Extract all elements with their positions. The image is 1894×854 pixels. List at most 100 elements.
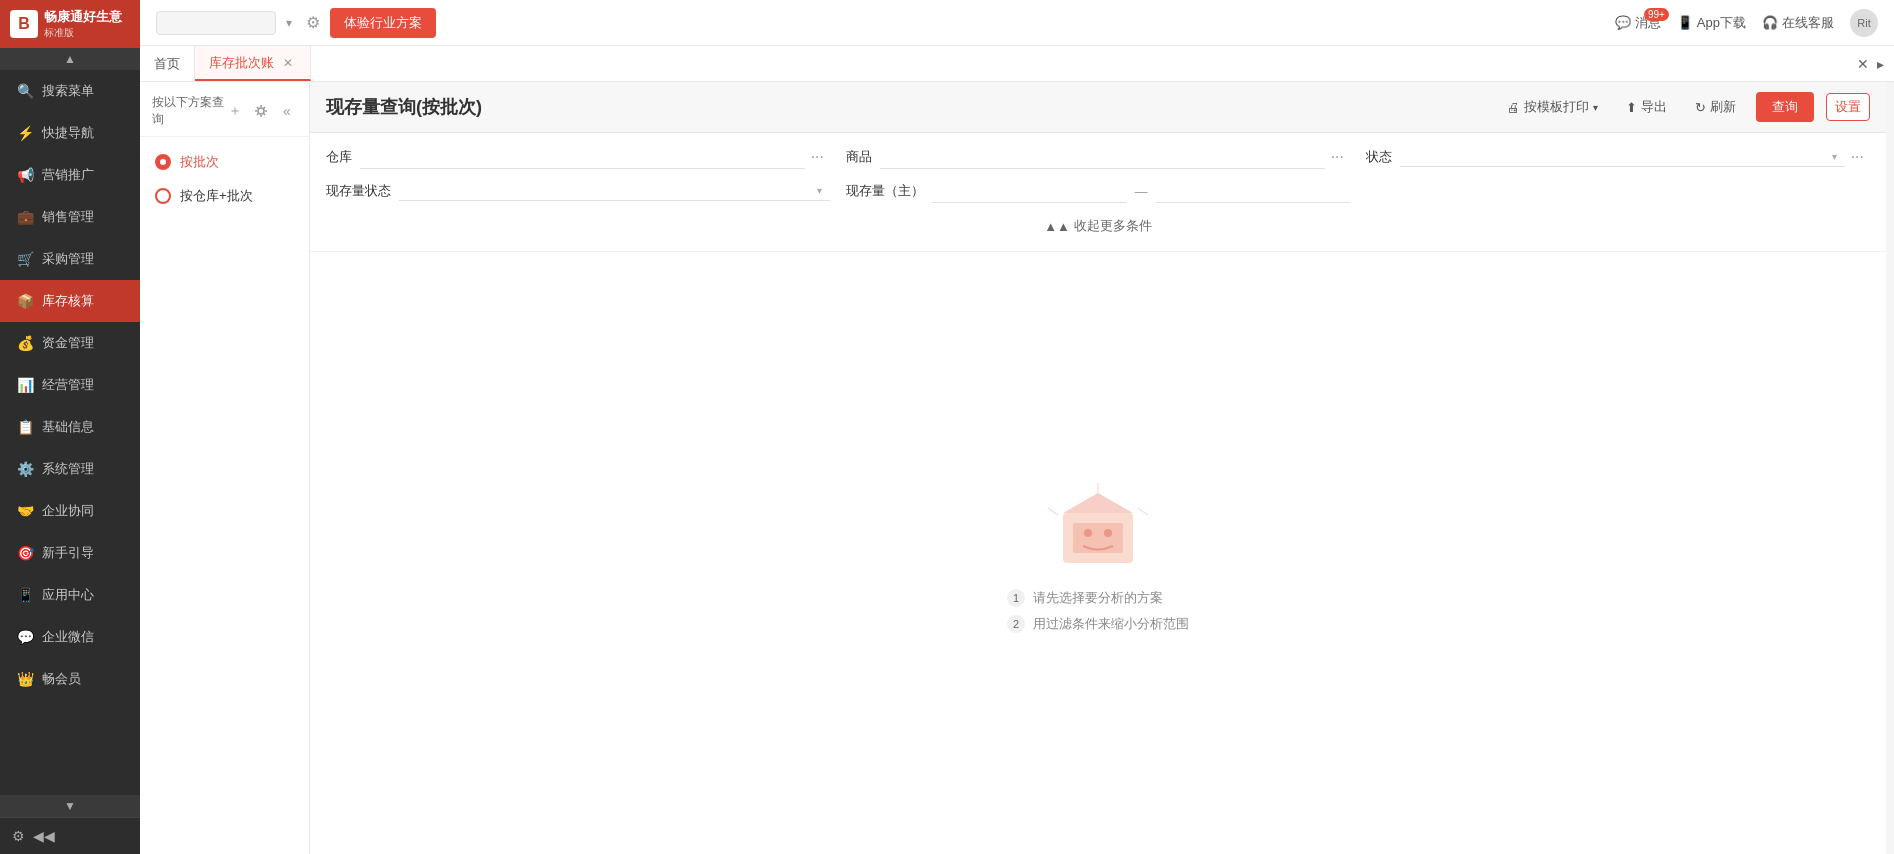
more-tabs-icon[interactable]: ▸ <box>1877 56 1884 72</box>
topbar-gear-icon[interactable]: ⚙ <box>306 13 320 32</box>
scheme-active-icon <box>154 153 172 171</box>
svg-point-4 <box>1084 529 1092 537</box>
chat-icon: 💬 <box>16 628 34 646</box>
status-more-icon[interactable]: ··· <box>1845 148 1870 166</box>
svg-line-6 <box>1048 508 1058 515</box>
sidebar-item-collab[interactable]: 🤝 企业协同 <box>0 490 140 532</box>
online-support-item[interactable]: 🎧 在线客服 <box>1762 14 1834 32</box>
print-dropdown-icon[interactable]: ▾ <box>1593 102 1598 113</box>
stock-status-chevron-icon: ▾ <box>817 185 822 196</box>
sidebar-item-sales[interactable]: 💼 销售管理 <box>0 196 140 238</box>
empty-hints: 1 请先选择要分析的方案 2 用过滤条件来缩小分析范围 <box>1007 589 1189 633</box>
warehouse-input[interactable] <box>360 145 805 169</box>
trial-btn[interactable]: 体验行业方案 <box>330 8 436 38</box>
filter-row-2: 现存量状态 ▾ 现存量（主） — <box>326 179 1870 203</box>
filter-stock-status: 现存量状态 ▾ <box>326 181 830 201</box>
lightning-icon: ⚡ <box>16 124 34 142</box>
scheme-list: 按批次 按仓库+批次 <box>140 137 309 221</box>
headset-icon: 🎧 <box>1762 15 1778 30</box>
refresh-btn[interactable]: ↻ 刷新 <box>1687 94 1744 120</box>
handshake-icon: 🤝 <box>16 502 34 520</box>
close-tab-icon[interactable]: ✕ <box>1857 56 1869 72</box>
sidebar-item-basic-info[interactable]: 📋 基础信息 <box>0 406 140 448</box>
collapse-btn[interactable]: ▲▲ 收起更多条件 <box>1032 213 1164 239</box>
status-dropdown[interactable]: ▾ <box>1400 147 1845 167</box>
settings-btn[interactable]: 设置 <box>1826 93 1870 121</box>
sidebar-item-inventory[interactable]: 📦 库存核算 <box>0 280 140 322</box>
tab-home[interactable]: 首页 <box>140 46 195 81</box>
svg-point-5 <box>1104 529 1112 537</box>
topbar-right: 💬 消息 99+ 📱 App下载 🎧 在线客服 Rit <box>1615 9 1878 37</box>
print-icon: 🖨 <box>1507 100 1520 115</box>
empty-illustration <box>1038 473 1158 573</box>
sidebar-item-finance[interactable]: 💰 资金管理 <box>0 322 140 364</box>
scheme-item-batch[interactable]: 按批次 <box>140 145 309 179</box>
empty-hint-1: 1 请先选择要分析的方案 <box>1007 589 1189 607</box>
left-panel-header: 按以下方案查询 ＋ « <box>140 82 309 137</box>
gear-icon: ⚙️ <box>16 460 34 478</box>
right-scrollbar <box>1886 82 1894 854</box>
export-btn[interactable]: ⬆ 导出 <box>1618 94 1675 120</box>
topbar: ▾ ⚙ 体验行业方案 💬 消息 99+ 📱 App下载 🎧 在线客服 Rit <box>140 0 1894 46</box>
app-logo: B <box>10 10 38 38</box>
sidebar-item-marketing[interactable]: 📢 营销推广 <box>0 154 140 196</box>
collapse-up-icon: ▲▲ <box>1044 219 1070 234</box>
filter-warehouse: 仓库 ··· <box>326 145 830 169</box>
phone-icon: 📱 <box>16 586 34 604</box>
sidebar-item-newbie[interactable]: 🎯 新手引导 <box>0 532 140 574</box>
collapse-panel-icon[interactable]: « <box>277 101 297 121</box>
scroll-down-btn[interactable]: ▼ <box>64 799 76 813</box>
user-avatar-item[interactable]: Rit <box>1850 9 1878 37</box>
stock-qty-min-input[interactable] <box>932 179 1127 203</box>
product-more-icon[interactable]: ··· <box>1325 148 1350 166</box>
app-download-item[interactable]: 📱 App下载 <box>1677 14 1746 32</box>
sidebar-item-member[interactable]: 👑 畅会员 <box>0 658 140 700</box>
filter-row-1: 仓库 ··· 商品 ··· 状态 ▾ <box>326 145 1870 169</box>
sidebar-item-wechat[interactable]: 💬 企业微信 <box>0 616 140 658</box>
sidebar-scroll-up[interactable]: ▲ <box>0 48 140 70</box>
collapse-sidebar-icon[interactable]: ◀◀ <box>33 828 55 844</box>
svg-marker-2 <box>1063 493 1133 513</box>
warehouse-more-icon[interactable]: ··· <box>805 148 830 166</box>
right-panel: 现存量查询(按批次) 🖨 按模板打印 ▾ ⬆ 导出 ↻ 刷新 <box>310 82 1886 854</box>
sidebar-footer: ⚙ ◀◀ <box>0 817 140 854</box>
sidebar: B 畅康通好生意 标准版 ▲ 🔍 搜索菜单 ⚡ 快捷导航 📢 营销推广 💼 销售… <box>0 0 140 854</box>
collapse-row: ▲▲ 收起更多条件 <box>326 213 1870 239</box>
sidebar-item-system[interactable]: ⚙️ 系统管理 <box>0 448 140 490</box>
add-scheme-icon[interactable]: ＋ <box>225 101 245 121</box>
print-btn[interactable]: 🖨 按模板打印 ▾ <box>1499 94 1606 120</box>
money-icon: 💰 <box>16 334 34 352</box>
filter-stock-qty: 现存量（主） — <box>846 179 1350 203</box>
sidebar-scroll-down[interactable]: ▼ <box>0 795 140 817</box>
product-input[interactable] <box>880 145 1325 169</box>
scheme-item-warehouse-batch[interactable]: 按仓库+批次 <box>140 179 309 213</box>
sidebar-item-quicknav[interactable]: ⚡ 快捷导航 <box>0 112 140 154</box>
tabbar-right: ✕ ▸ <box>1857 56 1894 72</box>
left-panel: 按以下方案查询 ＋ « 按批次 <box>140 82 310 854</box>
sidebar-item-search[interactable]: 🔍 搜索菜单 <box>0 70 140 112</box>
empty-state: 1 请先选择要分析的方案 2 用过滤条件来缩小分析范围 <box>1007 473 1189 633</box>
tab-inventory-batch[interactable]: 库存批次账 ✕ <box>195 46 311 81</box>
main-area: ▾ ⚙ 体验行业方案 💬 消息 99+ 📱 App下载 🎧 在线客服 Rit <box>140 0 1894 854</box>
scheme-settings-icon[interactable] <box>251 101 271 121</box>
search-icon: 🔍 <box>16 82 34 100</box>
sidebar-nav: 🔍 搜索菜单 ⚡ 快捷导航 📢 营销推广 💼 销售管理 🛒 采购管理 📦 库存核… <box>0 70 140 795</box>
stock-qty-max-input[interactable] <box>1156 179 1351 203</box>
sidebar-item-purchase[interactable]: 🛒 采购管理 <box>0 238 140 280</box>
stock-status-dropdown[interactable]: ▾ <box>399 181 830 201</box>
download-icon: 📱 <box>1677 15 1693 30</box>
settings-footer-icon[interactable]: ⚙ <box>12 828 25 844</box>
sidebar-item-operations[interactable]: 📊 经营管理 <box>0 364 140 406</box>
filter-status: 状态 ▾ ··· <box>1366 147 1870 167</box>
tab-close-icon[interactable]: ✕ <box>280 55 296 71</box>
scroll-up-btn[interactable]: ▲ <box>64 52 76 66</box>
sidebar-header: B 畅康通好生意 标准版 <box>0 0 140 48</box>
topbar-chevron-icon[interactable]: ▾ <box>286 16 292 30</box>
message-item[interactable]: 💬 消息 99+ <box>1615 14 1661 32</box>
megaphone-icon: 📢 <box>16 166 34 184</box>
sidebar-item-appstore[interactable]: 📱 应用中心 <box>0 574 140 616</box>
chart-icon: 📊 <box>16 376 34 394</box>
topbar-search-input[interactable] <box>156 11 276 35</box>
query-btn[interactable]: 查询 <box>1756 92 1814 122</box>
crown-icon: 👑 <box>16 670 34 688</box>
